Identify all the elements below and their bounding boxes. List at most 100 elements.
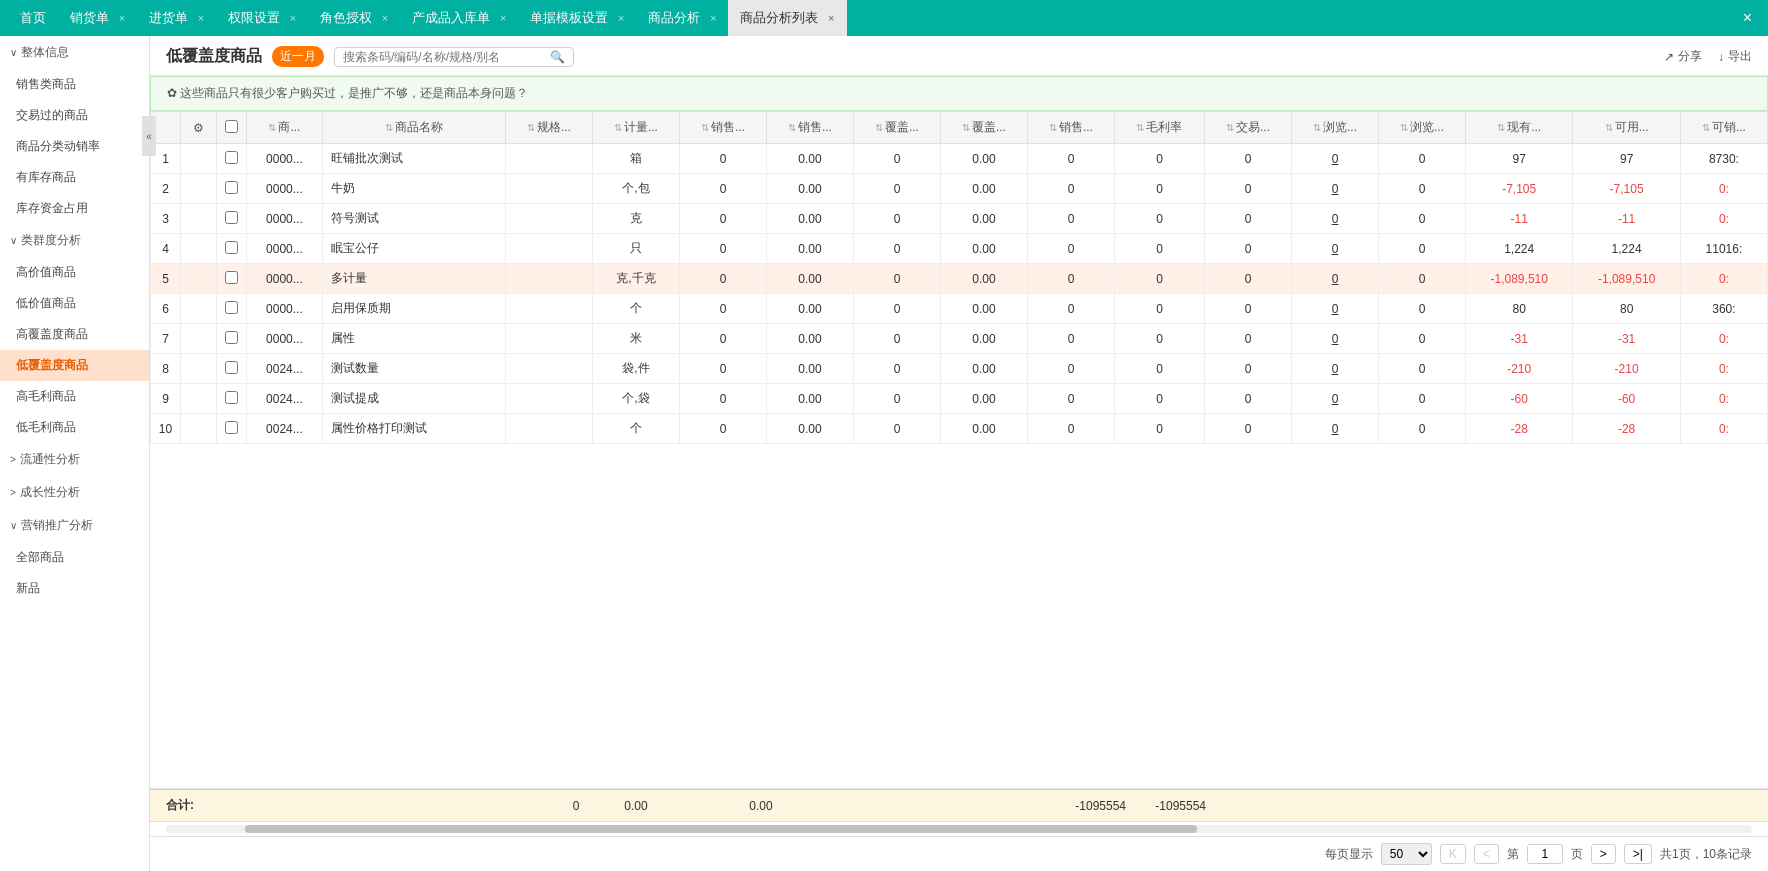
search-input[interactable] xyxy=(343,50,546,64)
row-settings[interactable] xyxy=(181,384,217,414)
next-page-button[interactable]: > xyxy=(1591,844,1616,864)
sidebar-item-high-margin[interactable]: 高毛利商品 xyxy=(0,381,149,412)
nav-close-icon[interactable]: × xyxy=(382,12,388,24)
nav-close-icon[interactable]: × xyxy=(618,12,624,24)
sidebar-item-stock-capital[interactable]: 库存资金占用 xyxy=(0,193,149,224)
col-sales-qty[interactable]: ⇅销售... xyxy=(679,112,766,144)
sidebar-item-traded-goods[interactable]: 交易过的商品 xyxy=(0,100,149,131)
row-view1[interactable]: 0 xyxy=(1292,414,1379,444)
nav-close-icon[interactable]: × xyxy=(290,12,296,24)
row-view1[interactable]: 0 xyxy=(1292,324,1379,354)
search-box[interactable]: 🔍 xyxy=(334,47,574,67)
row-settings[interactable] xyxy=(181,294,217,324)
row-checkbox[interactable] xyxy=(217,234,247,264)
row-settings[interactable] xyxy=(181,414,217,444)
page-title: 低覆盖度商品 xyxy=(166,46,262,67)
col-sellable[interactable]: ⇅可销... xyxy=(1680,112,1767,144)
nav-product-analysis-list[interactable]: 商品分析列表 × xyxy=(728,0,846,36)
sidebar-item-high-coverage[interactable]: 高覆盖度商品 xyxy=(0,319,149,350)
page-number-input[interactable] xyxy=(1527,844,1563,864)
sidebar-item-category-rate[interactable]: 商品分类动销率 xyxy=(0,131,149,162)
sidebar-item-low-value[interactable]: 低价值商品 xyxy=(0,288,149,319)
col-trade[interactable]: ⇅交易... xyxy=(1205,112,1292,144)
sidebar-item-sales-goods[interactable]: 销售类商品 xyxy=(0,69,149,100)
page-size-select[interactable]: 50 20 100 xyxy=(1381,843,1432,865)
nav-close-icon[interactable]: × xyxy=(828,12,834,24)
row-view1[interactable]: 0 xyxy=(1292,294,1379,324)
sidebar-item-new-goods[interactable]: 新品 xyxy=(0,573,149,604)
row-checkbox[interactable] xyxy=(217,294,247,324)
col-name[interactable]: ⇅商品名称 xyxy=(322,112,505,144)
prev-page-button[interactable]: < xyxy=(1474,844,1499,864)
col-current-stock[interactable]: ⇅现有... xyxy=(1466,112,1573,144)
sidebar-section-growth[interactable]: > 成长性分析 xyxy=(0,476,149,509)
row-settings[interactable] xyxy=(181,354,217,384)
nav-close-icon[interactable]: × xyxy=(198,12,204,24)
row-checkbox[interactable] xyxy=(217,144,247,174)
nav-permission-settings[interactable]: 权限设置 × xyxy=(216,0,308,36)
sidebar-item-low-coverage[interactable]: 低覆盖度商品 xyxy=(0,350,149,381)
sidebar-collapse-button[interactable]: « xyxy=(142,116,156,156)
sidebar-item-high-value[interactable]: 高价值商品 xyxy=(0,257,149,288)
share-button[interactable]: ↗ 分享 xyxy=(1664,48,1702,65)
row-checkbox[interactable] xyxy=(217,204,247,234)
col-view2[interactable]: ⇅浏览... xyxy=(1379,112,1466,144)
sidebar-section-cluster[interactable]: ∨ 类群度分析 xyxy=(0,224,149,257)
col-settings[interactable]: ⚙ xyxy=(181,112,217,144)
nav-home[interactable]: 首页 xyxy=(8,0,58,36)
col-gross-rate[interactable]: ⇅毛利率 xyxy=(1114,112,1204,144)
nav-close-icon[interactable]: × xyxy=(500,12,506,24)
col-coverage1[interactable]: ⇅覆盖... xyxy=(853,112,940,144)
nav-role-auth[interactable]: 角色授权 × xyxy=(308,0,400,36)
row-unit: 个,袋 xyxy=(592,384,679,414)
sidebar-item-low-margin[interactable]: 低毛利商品 xyxy=(0,412,149,443)
col-view1[interactable]: ⇅浏览... xyxy=(1292,112,1379,144)
row-view1[interactable]: 0 xyxy=(1292,384,1379,414)
nav-finished-goods[interactable]: 产成品入库单 × xyxy=(400,0,518,36)
row-checkbox[interactable] xyxy=(217,354,247,384)
col-coverage2[interactable]: ⇅覆盖... xyxy=(940,112,1027,144)
row-view1[interactable]: 0 xyxy=(1292,204,1379,234)
nav-template-settings[interactable]: 单据模板设置 × xyxy=(518,0,636,36)
row-checkbox[interactable] xyxy=(217,384,247,414)
row-settings[interactable] xyxy=(181,234,217,264)
time-badge[interactable]: 近一月 xyxy=(272,46,324,67)
row-checkbox[interactable] xyxy=(217,264,247,294)
col-unit[interactable]: ⇅计量... xyxy=(592,112,679,144)
row-view1[interactable]: 0 xyxy=(1292,354,1379,384)
nav-close-icon[interactable]: × xyxy=(119,12,125,24)
row-settings[interactable] xyxy=(181,324,217,354)
sidebar-section-overall[interactable]: ∨ 整体信息 xyxy=(0,36,149,69)
sidebar-section-flow[interactable]: > 流通性分析 xyxy=(0,443,149,476)
col-sales-amount[interactable]: ⇅销售... xyxy=(766,112,853,144)
nav-purchase-order[interactable]: 进货单 × xyxy=(137,0,216,36)
row-view1[interactable]: 0 xyxy=(1292,144,1379,174)
export-button[interactable]: ↓ 导出 xyxy=(1718,48,1752,65)
col-sales-count[interactable]: ⇅销售... xyxy=(1027,112,1114,144)
select-all-checkbox[interactable] xyxy=(225,120,238,133)
nav-sales-order[interactable]: 销货单 × xyxy=(58,0,137,36)
row-view1[interactable]: 0 xyxy=(1292,234,1379,264)
nav-close-icon[interactable]: × xyxy=(710,12,716,24)
col-code[interactable]: ⇅商... xyxy=(247,112,323,144)
row-settings[interactable] xyxy=(181,174,217,204)
row-view1[interactable]: 0 xyxy=(1292,264,1379,294)
row-settings[interactable] xyxy=(181,204,217,234)
row-checkbox[interactable] xyxy=(217,324,247,354)
nav-close-all-button[interactable]: × xyxy=(1735,9,1760,27)
row-settings[interactable] xyxy=(181,144,217,174)
row-checkbox[interactable] xyxy=(217,174,247,204)
data-table-container[interactable]: ⚙ ⇅商... ⇅商品名称 ⇅规格... ⇅计量... ⇅销售... ⇅销售..… xyxy=(150,111,1768,789)
sidebar-section-marketing[interactable]: ∨ 营销推广分析 xyxy=(0,509,149,542)
last-page-button[interactable]: >| xyxy=(1624,844,1652,864)
row-checkbox[interactable] xyxy=(217,414,247,444)
sidebar-item-stocked-goods[interactable]: 有库存商品 xyxy=(0,162,149,193)
nav-product-analysis[interactable]: 商品分析 × xyxy=(636,0,728,36)
row-settings[interactable] xyxy=(181,264,217,294)
col-checkbox[interactable] xyxy=(217,112,247,144)
row-view1[interactable]: 0 xyxy=(1292,174,1379,204)
col-available-stock[interactable]: ⇅可用... xyxy=(1573,112,1680,144)
first-page-button[interactable]: K xyxy=(1440,844,1466,864)
sidebar-item-all-goods[interactable]: 全部商品 xyxy=(0,542,149,573)
col-spec[interactable]: ⇅规格... xyxy=(505,112,592,144)
